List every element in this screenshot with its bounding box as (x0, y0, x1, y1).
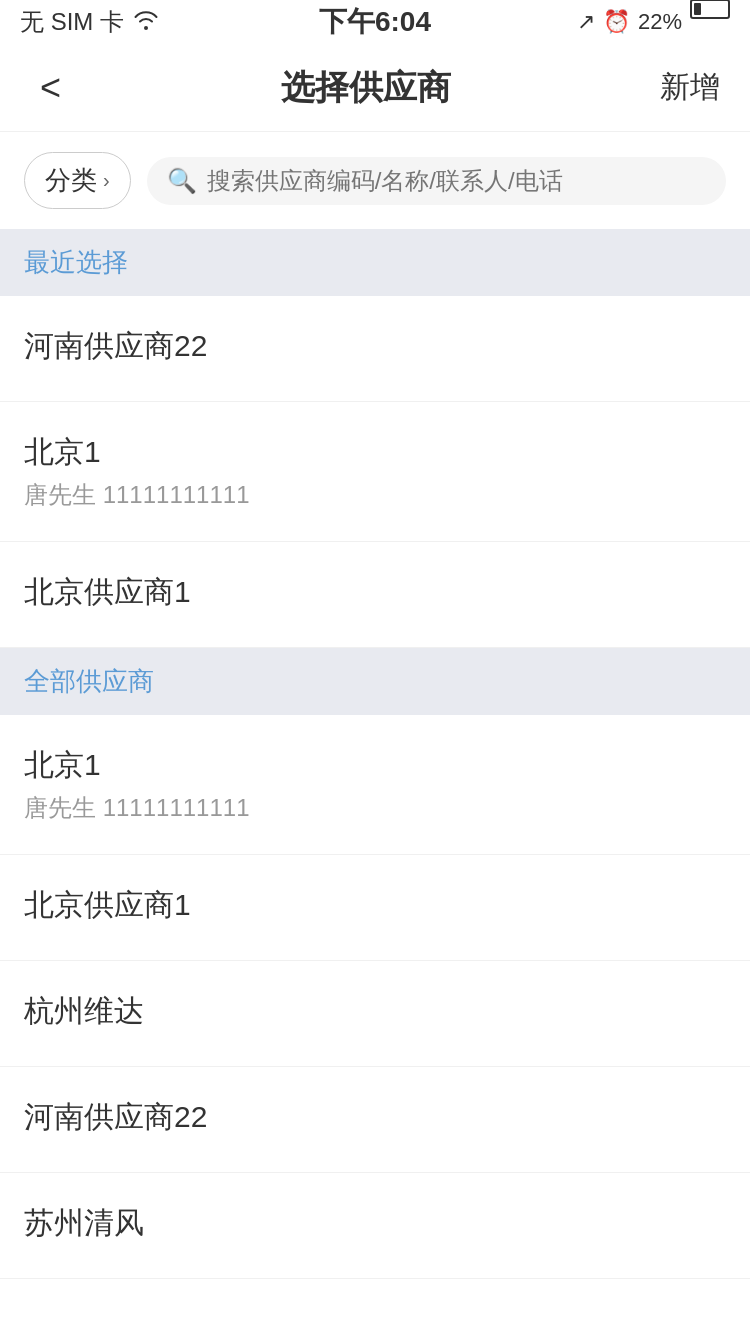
all-items-list: 北京1 唐先生 11111111111 北京供应商1 杭州维达河南供应商22 苏州清风 (0, 715, 750, 1279)
status-time: 下午6:04 (319, 3, 431, 41)
status-right: ↗ ⏰ 22% (577, 0, 730, 45)
wifi-icon (132, 8, 160, 36)
add-button[interactable]: 新增 (660, 67, 720, 108)
status-left: 无 SIM 卡 (20, 6, 160, 38)
item-name: 北京供应商1 (24, 885, 726, 926)
list-item[interactable]: 北京供应商1 (0, 855, 750, 961)
battery-percent: 22% (638, 9, 682, 35)
list-item[interactable]: 杭州维达 (0, 961, 750, 1067)
nav-title: 选择供应商 (281, 65, 451, 111)
item-name: 杭州维达 (24, 991, 726, 1032)
location-icon: ↗ (577, 9, 595, 35)
item-name: 北京1 (24, 432, 726, 473)
category-label: 分类 (45, 163, 97, 198)
item-name: 北京1 (24, 745, 726, 786)
list-item[interactable]: 河南供应商22 (0, 1067, 750, 1173)
item-name: 河南供应商22 (24, 1097, 726, 1138)
list-item[interactable]: 北京1 唐先生 11111111111 (0, 715, 750, 855)
item-name: 河南供应商22 (24, 326, 726, 367)
recent-items-list: 河南供应商22 北京1 唐先生 11111111111 北京供应商1 (0, 296, 750, 648)
alarm-icon: ⏰ (603, 9, 630, 35)
list-item[interactable]: 北京1 唐先生 11111111111 (0, 402, 750, 542)
search-bar: 分类 › 🔍 (0, 132, 750, 229)
list-item[interactable]: 苏州清风 (0, 1173, 750, 1279)
recent-section-header: 最近选择 (0, 229, 750, 296)
search-input-wrapper[interactable]: 🔍 (147, 157, 726, 205)
nav-bar: < 选择供应商 新增 (0, 44, 750, 132)
item-sub: 唐先生 11111111111 (24, 479, 726, 511)
category-filter-button[interactable]: 分类 › (24, 152, 131, 209)
list-item[interactable]: 河南供应商22 (0, 296, 750, 402)
search-input[interactable] (207, 167, 706, 195)
item-sub: 唐先生 11111111111 (24, 792, 726, 824)
battery-icon (690, 0, 730, 45)
item-name: 北京供应商1 (24, 572, 726, 613)
item-name: 苏州清风 (24, 1203, 726, 1244)
list-item[interactable]: 北京供应商1 (0, 542, 750, 648)
search-icon: 🔍 (167, 167, 197, 195)
sim-label: 无 SIM 卡 (20, 6, 124, 38)
chevron-right-icon: › (103, 169, 110, 192)
status-bar: 无 SIM 卡 下午6:04 ↗ ⏰ 22% (0, 0, 750, 44)
all-section-header: 全部供应商 (0, 648, 750, 715)
back-button[interactable]: < (30, 57, 71, 119)
